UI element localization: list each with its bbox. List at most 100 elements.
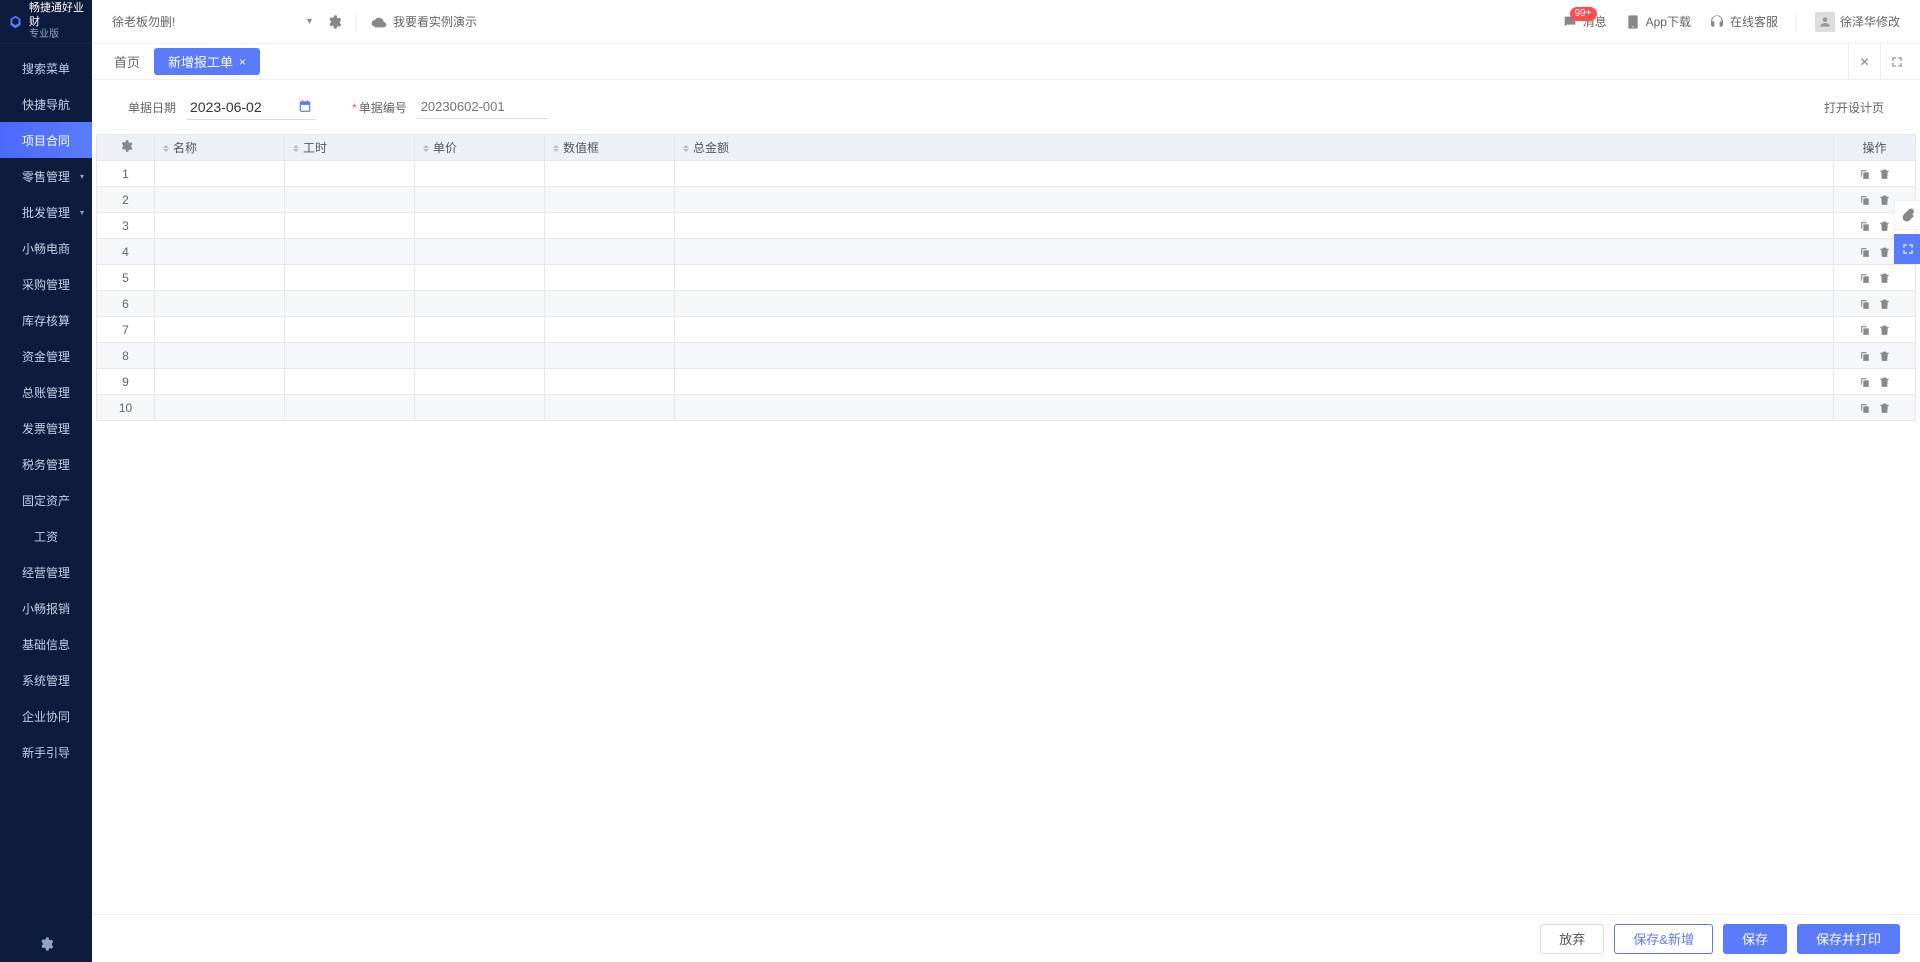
sidebar-item-9[interactable]: 总账管理 — [0, 374, 92, 410]
sidebar-item-10[interactable]: 发票管理 — [0, 410, 92, 446]
th-hours[interactable]: 工时 — [285, 135, 415, 161]
delete-row-icon[interactable] — [1878, 402, 1891, 415]
delete-row-icon[interactable] — [1878, 350, 1891, 363]
cell-name[interactable] — [155, 395, 285, 421]
cell-numbox[interactable] — [545, 317, 675, 343]
cell-price[interactable] — [415, 187, 545, 213]
cell-name[interactable] — [155, 213, 285, 239]
sidebar-item-19[interactable]: 新手引导 — [0, 734, 92, 770]
messages-button[interactable]: 99+ 消息 — [1562, 13, 1607, 30]
cell-price[interactable] — [415, 291, 545, 317]
copy-row-icon[interactable] — [1859, 402, 1872, 415]
sidebar-item-0[interactable]: 搜索菜单 — [0, 50, 92, 86]
cell-total[interactable] — [675, 187, 1834, 213]
cell-total[interactable] — [675, 239, 1834, 265]
copy-row-icon[interactable] — [1859, 168, 1872, 181]
fullscreen-toggle[interactable] — [1880, 44, 1912, 79]
attachment-button[interactable] — [1894, 200, 1920, 230]
cell-hours[interactable] — [285, 317, 415, 343]
th-total[interactable]: 总金额 — [675, 135, 1834, 161]
sidebar-item-17[interactable]: 系统管理 — [0, 662, 92, 698]
cell-price[interactable] — [415, 317, 545, 343]
th-numbox[interactable]: 数值框 — [545, 135, 675, 161]
cell-total[interactable] — [675, 317, 1834, 343]
sidebar-item-3[interactable]: 零售管理▾ — [0, 158, 92, 194]
close-icon[interactable]: × — [239, 55, 246, 69]
tab-1[interactable]: 新增报工单× — [154, 48, 260, 75]
sidebar-item-12[interactable]: 固定资产 — [0, 482, 92, 518]
discard-button[interactable]: 放弃 — [1540, 924, 1604, 954]
cell-name[interactable] — [155, 317, 285, 343]
cell-hours[interactable] — [285, 187, 415, 213]
sidebar-item-14[interactable]: 经营管理 — [0, 554, 92, 590]
org-settings-icon[interactable] — [326, 14, 342, 30]
sidebar-item-5[interactable]: 小畅电商 — [0, 230, 92, 266]
sidebar-item-18[interactable]: 企业协同 — [0, 698, 92, 734]
cell-hours[interactable] — [285, 239, 415, 265]
cell-hours[interactable] — [285, 265, 415, 291]
sidebar-settings[interactable] — [0, 926, 92, 962]
tab-0[interactable]: 首页 — [100, 44, 154, 79]
sidebar-item-7[interactable]: 库存核算 — [0, 302, 92, 338]
cell-hours[interactable] — [285, 161, 415, 187]
delete-row-icon[interactable] — [1878, 298, 1891, 311]
cell-numbox[interactable] — [545, 395, 675, 421]
cell-total[interactable] — [675, 265, 1834, 291]
copy-row-icon[interactable] — [1859, 298, 1872, 311]
code-input[interactable] — [417, 95, 547, 119]
th-name[interactable]: 名称 — [155, 135, 285, 161]
copy-row-icon[interactable] — [1859, 324, 1872, 337]
cell-total[interactable] — [675, 161, 1834, 187]
cell-price[interactable] — [415, 239, 545, 265]
cell-price[interactable] — [415, 265, 545, 291]
copy-row-icon[interactable] — [1859, 246, 1872, 259]
cell-name[interactable] — [155, 265, 285, 291]
cell-total[interactable] — [675, 291, 1834, 317]
brand-logo[interactable]: 畅捷通好业财 专业版 — [0, 0, 92, 44]
sidebar-item-2[interactable]: 项目合同 — [0, 122, 92, 158]
delete-row-icon[interactable] — [1878, 168, 1891, 181]
cell-total[interactable] — [675, 213, 1834, 239]
cell-price[interactable] — [415, 343, 545, 369]
sidebar-item-15[interactable]: 小畅报销 — [0, 590, 92, 626]
cell-price[interactable] — [415, 395, 545, 421]
sidebar-item-16[interactable]: 基础信息 — [0, 626, 92, 662]
app-download-button[interactable]: App下载 — [1625, 13, 1691, 30]
expand-button[interactable] — [1894, 234, 1920, 264]
demo-link[interactable]: 我要看实例演示 — [371, 13, 477, 30]
cell-price[interactable] — [415, 369, 545, 395]
copy-row-icon[interactable] — [1859, 220, 1872, 233]
cell-hours[interactable] — [285, 395, 415, 421]
sidebar-item-6[interactable]: 采购管理 — [0, 266, 92, 302]
cell-numbox[interactable] — [545, 161, 675, 187]
cell-hours[interactable] — [285, 213, 415, 239]
cell-numbox[interactable] — [545, 213, 675, 239]
copy-row-icon[interactable] — [1859, 194, 1872, 207]
th-price[interactable]: 单价 — [415, 135, 545, 161]
org-selector[interactable]: 徐老板勿删! ▾ — [112, 13, 312, 30]
cell-numbox[interactable] — [545, 369, 675, 395]
delete-row-icon[interactable] — [1878, 376, 1891, 389]
cell-total[interactable] — [675, 395, 1834, 421]
sidebar-item-1[interactable]: 快捷导航 — [0, 86, 92, 122]
save-button[interactable]: 保存 — [1723, 924, 1787, 954]
date-input[interactable] — [186, 95, 316, 120]
delete-row-icon[interactable] — [1878, 272, 1891, 285]
delete-row-icon[interactable] — [1878, 220, 1891, 233]
cell-name[interactable] — [155, 291, 285, 317]
cell-name[interactable] — [155, 187, 285, 213]
cell-price[interactable] — [415, 213, 545, 239]
cell-hours[interactable] — [285, 343, 415, 369]
copy-row-icon[interactable] — [1859, 272, 1872, 285]
th-gear[interactable] — [97, 135, 155, 161]
delete-row-icon[interactable] — [1878, 246, 1891, 259]
cell-hours[interactable] — [285, 291, 415, 317]
cell-numbox[interactable] — [545, 291, 675, 317]
user-menu[interactable]: 徐泽华修改 — [1815, 12, 1900, 32]
cell-name[interactable] — [155, 161, 285, 187]
cell-numbox[interactable] — [545, 265, 675, 291]
open-design-link[interactable]: 打开设计页 — [1824, 99, 1884, 116]
cell-name[interactable] — [155, 239, 285, 265]
sidebar-item-11[interactable]: 税务管理 — [0, 446, 92, 482]
sidebar-item-8[interactable]: 资金管理 — [0, 338, 92, 374]
